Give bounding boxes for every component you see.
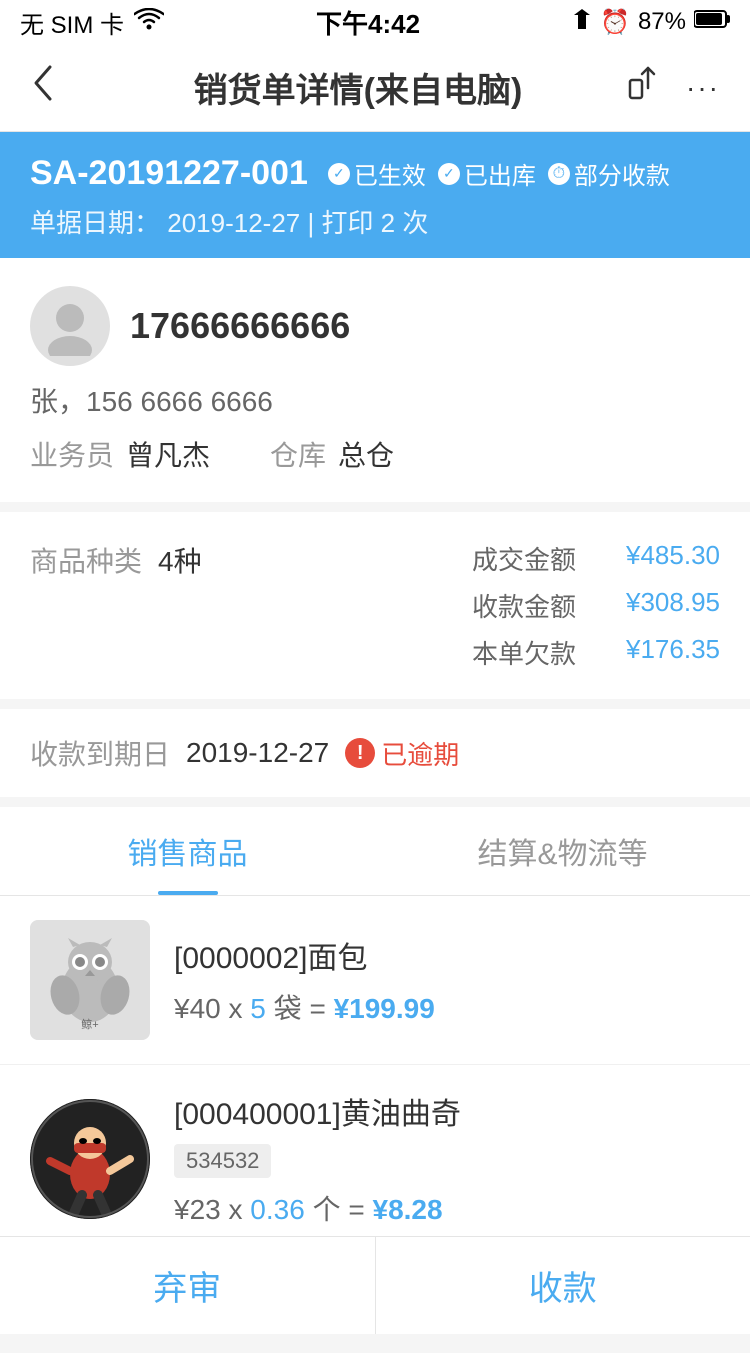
list-item: 鲸+ [0000002]面包 ¥40 x 5 袋 = ¥199.99 <box>0 896 750 1065</box>
price-total-2: ¥8.28 <box>373 1194 443 1225</box>
amount-summary: 成交金额 ¥485.30 收款金额 ¥308.95 本单欠款 ¥176.35 <box>472 540 720 671</box>
status-badge-shipped: ✓ 已出库 <box>438 156 536 191</box>
owed-label: 本单欠款 <box>472 634 576 671</box>
status-badge-effective: ✓ 已生效 <box>328 156 426 191</box>
battery-text: 87% <box>638 8 686 36</box>
received-label: 收款金额 <box>472 587 576 624</box>
product-info-1: [0000002]面包 ¥40 x 5 袋 = ¥199.99 <box>174 933 720 1027</box>
product-price-2: ¥23 x 0.36 个 = ¥8.28 <box>174 1188 720 1228</box>
product-thumbnail-1: 鲸+ <box>30 920 150 1040</box>
received-value: ¥308.95 <box>600 587 720 624</box>
back-button[interactable] <box>30 63 90 112</box>
product-price-1: ¥40 x 5 袋 = ¥199.99 <box>174 987 720 1027</box>
nav-bar: 销货单详情(来自电脑) ··· <box>0 44 750 132</box>
owed-amount-row: 本单欠款 ¥176.35 <box>472 634 720 671</box>
deal-amount-label: 成交金额 <box>472 540 576 577</box>
status-badge-partial: ⏱ 部分收款 <box>548 156 670 191</box>
tab-sales-label: 销售商品 <box>128 829 248 873</box>
tab-underline <box>158 891 218 895</box>
warehouse-info: 仓库 总仓 <box>270 434 394 474</box>
summary-section: 商品种类 4种 成交金额 ¥485.30 收款金额 ¥308.95 本单欠款 ¥… <box>0 512 750 709</box>
price-base-1: ¥40 <box>174 993 221 1024</box>
product-thumbnail-2 <box>30 1099 150 1219</box>
agent-label: 业务员 <box>30 434 114 474</box>
price-unit-1: 袋 <box>274 993 302 1024</box>
product-name-2: [000400001]黄油曲奇 <box>174 1089 720 1133</box>
status-bar: 无 SIM 卡 下午4:42 ⏰ 87% <box>0 0 750 44</box>
payment-due-section: 收款到期日 2019-12-27 ! 已逾期 <box>0 709 750 807</box>
status-bar-left: 无 SIM 卡 <box>20 5 164 40</box>
customer-sub-info: 张，156 6666 6666 <box>30 380 720 420</box>
header-banner: SA-20191227-001 ✓ 已生效 ✓ 已出库 ⏱ 部分收款 单据日期：… <box>0 132 750 258</box>
overdue-badge: ! 已逾期 <box>345 735 459 772</box>
status-bar-right: ⏰ 87% <box>572 7 730 38</box>
product-type-count: 4种 <box>158 540 202 580</box>
agent-name: 曾凡杰 <box>126 434 210 474</box>
product-list: 鲸+ [0000002]面包 ¥40 x 5 袋 = ¥199.99 <box>0 896 750 1253</box>
overdue-icon: ! <box>345 738 375 768</box>
product-info-2: [000400001]黄油曲奇 534532 ¥23 x 0.36 个 = ¥8… <box>174 1089 720 1228</box>
due-date: 2019-12-27 <box>186 737 329 769</box>
warehouse-label: 仓库 <box>270 434 326 474</box>
product-tag-2: 534532 <box>174 1144 271 1178</box>
price-base-2: ¥23 <box>174 1194 221 1225</box>
price-qty-1: 5 <box>250 993 266 1024</box>
due-label: 收款到期日 <box>30 733 170 773</box>
customer-meta: 业务员 曾凡杰 仓库 总仓 <box>30 434 720 474</box>
cancel-button[interactable]: 弃审 <box>0 1237 376 1334</box>
status-bar-time: 下午4:42 <box>316 4 420 41</box>
page-title: 销货单详情(来自电脑) <box>194 63 523 112</box>
overdue-text: 已逾期 <box>381 735 459 772</box>
more-icon[interactable]: ··· <box>686 72 720 104</box>
nav-actions: ··· <box>626 66 720 110</box>
list-item: [000400001]黄油曲奇 534532 ¥23 x 0.36 个 = ¥8… <box>0 1065 750 1253</box>
price-qty-2: 0.36 <box>250 1194 305 1225</box>
price-unit-2: 个 <box>313 1194 341 1225</box>
price-x-2: x <box>229 1194 251 1225</box>
order-number: SA-20191227-001 <box>30 154 308 193</box>
deal-amount-value: ¥485.30 <box>600 540 720 577</box>
customer-phone: 17666666666 <box>130 305 350 347</box>
agent-info: 业务员 曾凡杰 <box>30 434 210 474</box>
clock-icon: ⏱ <box>548 163 570 185</box>
received-amount-row: 收款金额 ¥308.95 <box>472 587 720 624</box>
price-x-1: x <box>229 993 251 1024</box>
header-banner-date: 单据日期： 2019-12-27 | 打印 2 次 <box>30 203 720 240</box>
status-badges: ✓ 已生效 ✓ 已出库 ⏱ 部分收款 <box>328 156 670 191</box>
avatar <box>30 286 110 366</box>
customer-row1: 17666666666 <box>30 286 720 366</box>
tab-sales-products[interactable]: 销售商品 <box>0 807 375 895</box>
product-name-1: [0000002]面包 <box>174 933 720 977</box>
check-icon-1: ✓ <box>328 163 350 185</box>
check-icon-2: ✓ <box>438 163 460 185</box>
carrier-text: 无 SIM 卡 <box>20 5 124 40</box>
deal-amount-row: 成交金额 ¥485.30 <box>472 540 720 577</box>
confirm-button[interactable]: 收款 <box>376 1237 750 1334</box>
customer-section: 17666666666 张，156 6666 6666 业务员 曾凡杰 仓库 总… <box>0 258 750 512</box>
product-type-label: 商品种类 <box>30 540 142 580</box>
svg-text:鲸+: 鲸+ <box>81 1017 98 1031</box>
owed-value: ¥176.35 <box>600 634 720 671</box>
warehouse-name: 总仓 <box>338 434 394 474</box>
product-type-summary: 商品种类 4种 <box>30 540 202 580</box>
price-eq-1: = <box>309 993 333 1024</box>
share-icon[interactable] <box>626 66 662 110</box>
tab-settlement[interactable]: 结算&物流等 <box>375 807 750 895</box>
tabs-bar: 销售商品 结算&物流等 <box>0 807 750 896</box>
price-eq-2: = <box>348 1194 372 1225</box>
alarm-icon: ⏰ <box>600 8 630 37</box>
price-total-1: ¥199.99 <box>334 993 435 1024</box>
location-icon <box>572 7 592 38</box>
bottom-bar: 弃审 收款 <box>0 1236 750 1334</box>
header-banner-row1: SA-20191227-001 ✓ 已生效 ✓ 已出库 ⏱ 部分收款 <box>30 154 720 193</box>
battery-icon <box>694 8 730 36</box>
tab-settlement-label: 结算&物流等 <box>477 829 647 873</box>
wifi-icon <box>134 8 164 37</box>
